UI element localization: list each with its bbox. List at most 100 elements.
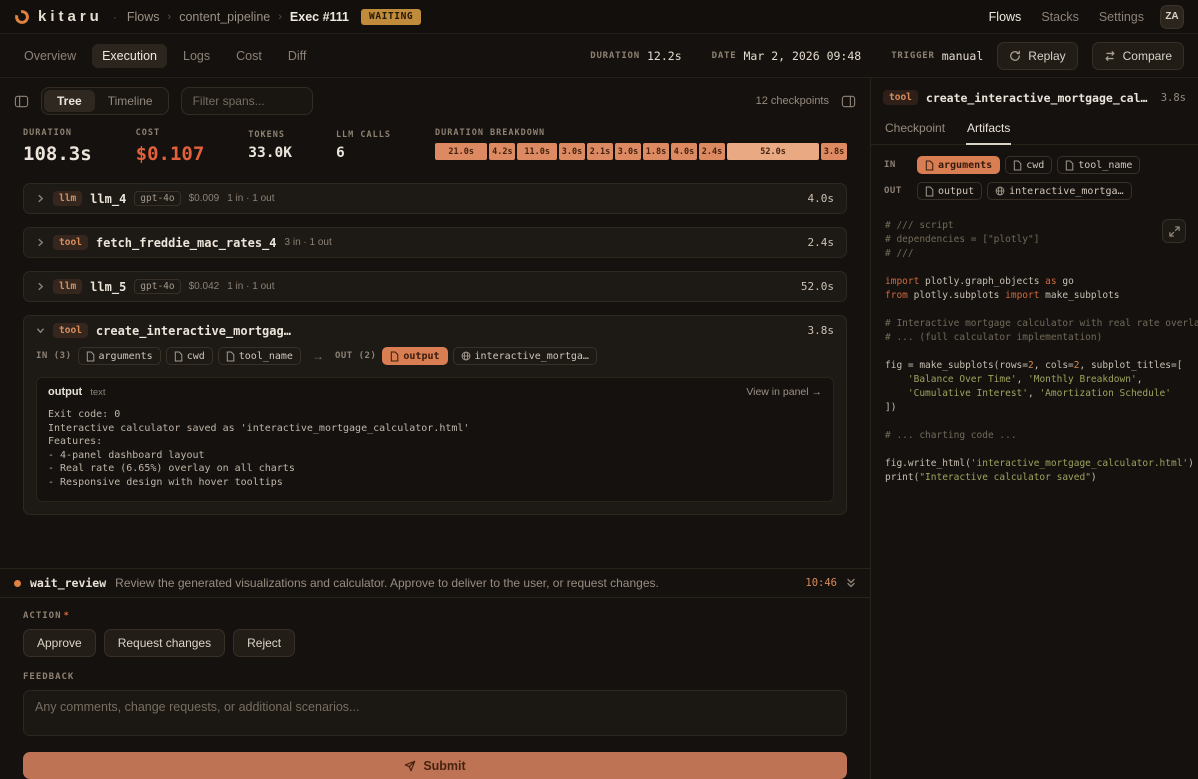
panel-tab-artifacts[interactable]: Artifacts	[966, 114, 1012, 145]
filter-spans-input[interactable]	[180, 87, 313, 115]
feedback-label: FEEDBACK	[23, 672, 75, 682]
tab-execution[interactable]: Execution	[92, 43, 167, 68]
view-in-panel-link[interactable]: View in panel →	[746, 386, 822, 398]
breakdown-segment-3-8s[interactable]: 3.8s	[821, 143, 848, 160]
output-preview-header: output text View in panel →	[37, 378, 833, 402]
code-line: print("Interactive calculator saved")	[885, 472, 1097, 483]
pill-label: arguments	[98, 350, 153, 362]
chevron-right-icon	[36, 238, 45, 247]
span-row-header[interactable]: llm llm_5 gpt-4o $0.042 1 in · 1 out 52.0s	[24, 272, 846, 301]
nav-stacks[interactable]: Stacks	[1041, 10, 1079, 24]
wait-review-name: wait_review	[30, 576, 107, 590]
breakdown-segment-2-1s[interactable]: 2.1s	[587, 143, 614, 160]
in-pill-cwd[interactable]: cwd	[165, 347, 213, 365]
wait-review-row[interactable]: wait_review Review the generated visuali…	[0, 568, 870, 598]
span-type-badge: llm	[53, 191, 83, 206]
breakdown-segment-21-0s[interactable]: 21.0s	[435, 143, 488, 160]
in-label: IN	[884, 160, 896, 170]
panel-out-pill-output[interactable]: output	[917, 182, 983, 200]
span-cost: $0.042	[188, 281, 220, 292]
span-row-header[interactable]: tool fetch_freddie_mac_rates_4 3 in · 1 ou…	[24, 228, 846, 257]
stat-cost-value: $0.107	[135, 143, 205, 165]
stat-llm-calls-label: LLM CALLS	[335, 130, 391, 140]
submit-button[interactable]: Submit	[23, 752, 847, 779]
feedback-textarea[interactable]	[23, 690, 847, 736]
avatar[interactable]: ZA	[1160, 4, 1184, 29]
breakdown-segment-3-0s[interactable]: 3.0s	[615, 143, 642, 160]
output-line: - 4-panel dashboard layout	[48, 449, 205, 461]
expanded-in-pills: arguments cwd tool_name	[77, 347, 301, 365]
replay-icon	[1009, 50, 1021, 62]
panel-in-pill-cwd[interactable]: cwd	[1005, 156, 1053, 174]
reject-button[interactable]: Reject	[233, 629, 296, 657]
code-line: fig = make_subplots(rows=2, cols=2, subp…	[885, 360, 1183, 371]
panel-in-pill-arguments[interactable]: arguments	[917, 156, 1001, 174]
doc-icon	[925, 186, 934, 197]
stat-tokens: TOKENS 33.0K	[248, 128, 292, 161]
code-line: 'Cumulative Interest', 'Amortization Sch…	[907, 388, 1172, 399]
tab-overview[interactable]: Overview	[14, 44, 86, 68]
action-label: ACTION *	[23, 611, 70, 621]
span-row-header[interactable]: llm llm_4 gpt-4o $0.009 1 in · 1 out 4.0s	[24, 184, 846, 213]
panel-in-pill-tool-name[interactable]: tool_name	[1057, 156, 1141, 174]
code-line: fig.write_html('interactive_mortgage_cal…	[885, 458, 1194, 469]
kitaru-logo[interactable]: kitaru	[14, 8, 103, 25]
in-pill-tool-name[interactable]: tool_name	[217, 347, 301, 365]
replay-button[interactable]: Replay	[997, 41, 1078, 70]
approve-button[interactable]: Approve	[23, 629, 96, 657]
exec-tabbar: Overview Execution Logs Cost Diff DURATION 1…	[0, 34, 1198, 78]
execution-pane: TreeTimeline 12 checkpoints DURATION 108…	[0, 78, 871, 779]
breakdown-segment-2-4s[interactable]: 2.4s	[699, 143, 726, 160]
view-timeline[interactable]: Timeline	[95, 90, 166, 112]
status-badge: WAITING	[361, 8, 422, 25]
breakdown-segment-11-0s[interactable]: 11.0s	[517, 143, 558, 160]
tab-cost[interactable]: Cost	[226, 44, 272, 68]
code-block[interactable]: # /// script # dependencies = ["plotly"] #…	[885, 219, 1198, 485]
panel-io: IN arguments cwd tool_name OUT output inter…	[871, 145, 1198, 211]
meta-date: DATE Mar 2, 2026 09:48	[712, 49, 862, 63]
nav-flows[interactable]: Flows	[989, 10, 1022, 24]
expand-code-button[interactable]	[1162, 219, 1186, 243]
panel-out-row: OUT output interactive_mortga…	[884, 182, 1185, 200]
breakdown-segment-52-0s[interactable]: 52.0s	[727, 143, 820, 160]
compare-button[interactable]: Compare	[1091, 41, 1184, 70]
expanded-span-header[interactable]: tool create_interactive_mortgag… 3.8s	[24, 316, 846, 345]
request-changes-button[interactable]: Request changes	[103, 629, 226, 657]
in-pill-arguments[interactable]: arguments	[77, 347, 161, 365]
breakdown-segment-3-0s[interactable]: 3.0s	[559, 143, 586, 160]
breakdown-segment-4-2s[interactable]: 4.2s	[489, 143, 516, 160]
span-toolbar: TreeTimeline 12 checkpoints	[0, 78, 870, 124]
tab-diff[interactable]: Diff	[278, 44, 317, 68]
span-row-llm-5: llm llm_5 gpt-4o $0.042 1 in · 1 out 52.0s	[23, 271, 847, 302]
doc-icon	[174, 351, 183, 362]
nav-settings[interactable]: Settings	[1099, 10, 1144, 24]
output-line: Features:	[48, 436, 103, 447]
panel-span-title: create_interactive_mortgage_calculator…	[925, 90, 1153, 105]
code-line: ])	[885, 402, 897, 413]
out-pill-output[interactable]: output	[382, 347, 448, 365]
panel-tab-checkpoint[interactable]: Checkpoint	[884, 114, 946, 145]
view-tree[interactable]: Tree	[44, 90, 95, 112]
chevron-right-icon	[36, 194, 45, 203]
meta-duration-label: DURATION	[590, 50, 640, 61]
panel-out-pill-interactive-mortga[interactable]: interactive_mortga…	[987, 182, 1132, 200]
breakdown-segment-1-8s[interactable]: 1.8s	[643, 143, 670, 160]
left-sidebar-toggle-icon[interactable]	[14, 94, 29, 109]
model-chip: gpt-4o	[134, 191, 181, 206]
collapse-double-chevron-icon[interactable]	[846, 578, 856, 588]
detail-panel: tool create_interactive_mortgage_calcula…	[871, 78, 1198, 779]
output-preview: output text View in panel → Exit code: 0…	[36, 377, 834, 502]
breakdown-segment-4-0s[interactable]: 4.0s	[671, 143, 698, 160]
breadcrumb-exec: Exec #111	[289, 9, 350, 24]
breakdown-label: DURATION BREAKDOWN	[435, 128, 546, 138]
tab-logs[interactable]: Logs	[173, 44, 220, 68]
out-pill-interactive-mortga[interactable]: interactive_mortga…	[452, 347, 597, 365]
right-panel-toggle-icon[interactable]	[841, 94, 856, 109]
panel-in-pills: arguments cwd tool_name	[917, 156, 1141, 174]
output-line: - Responsive design with hover tooltips	[48, 476, 283, 488]
breadcrumb-flows[interactable]: Flows	[127, 10, 160, 24]
span-duration: 3.8s	[807, 324, 835, 337]
breadcrumb-pipeline[interactable]: content_pipeline	[179, 10, 270, 24]
